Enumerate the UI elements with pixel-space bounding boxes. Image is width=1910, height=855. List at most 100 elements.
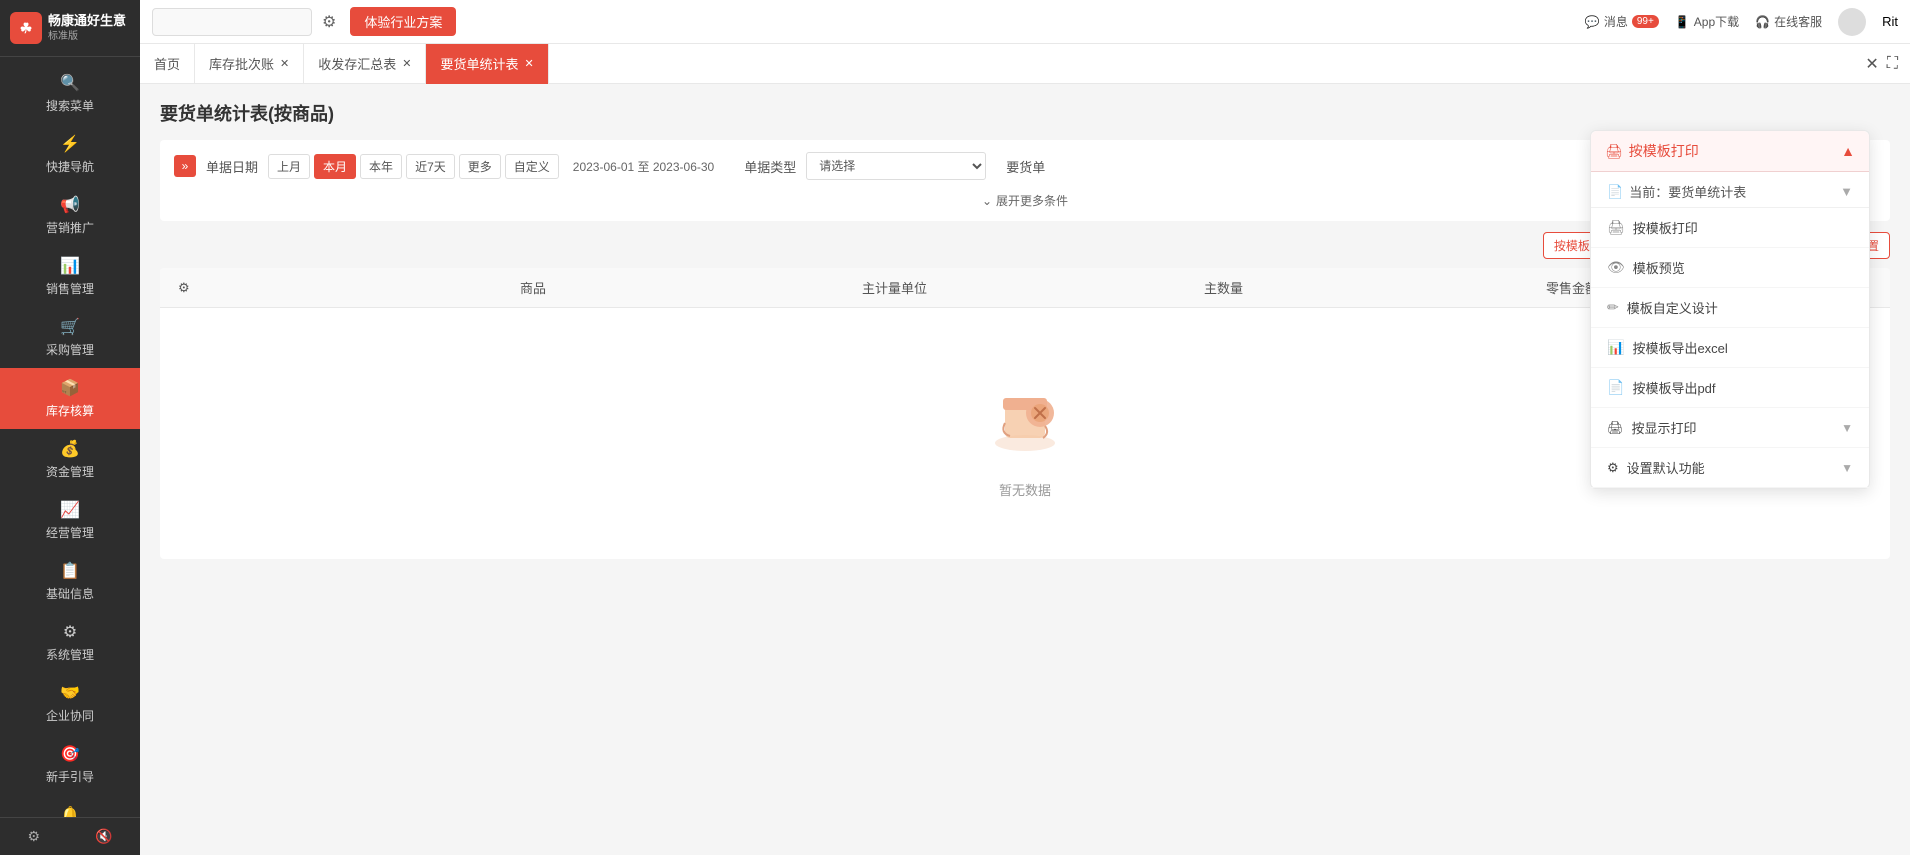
expand-icon: ⌄ (982, 194, 992, 208)
system-icon: ⚙ (63, 622, 77, 642)
sidebar-item-finance[interactable]: 💰 资金管理 (0, 429, 140, 490)
close-all-btn[interactable]: ✕ (1865, 54, 1878, 74)
print-dropdown-icon: 🖨 (1605, 143, 1623, 160)
date-range: 2023-06-01 至 2023-06-30 (573, 158, 714, 175)
display-print-label: 按显示打印 (1632, 418, 1697, 437)
purchase-icon: 🛒 (60, 317, 80, 337)
order-type-select[interactable]: 请选择 (806, 152, 986, 180)
sidebar-item-search[interactable]: 🔍 搜索菜单 (0, 63, 140, 124)
expand-btn[interactable]: ⛶ (1887, 55, 1898, 73)
sidebar-item-label: 资金管理 (46, 463, 94, 480)
sidebar-item-inventory[interactable]: 📦库存核算 (0, 368, 140, 429)
date-btn-本月[interactable]: 本月 (314, 154, 356, 179)
app-logo-text: 畅康通好生意 标准版 (48, 13, 126, 43)
app-logo-icon: ☘ (10, 12, 42, 44)
date-btn-更多[interactable]: 更多 (459, 154, 501, 179)
message-btn[interactable]: 💬 消息 99+ (1585, 13, 1659, 30)
search-input[interactable] (152, 8, 312, 36)
tab-label: 要货单统计表 (440, 54, 518, 73)
avatar[interactable] (1838, 8, 1866, 36)
sidebar-footer-settings[interactable]: ⚙ (28, 828, 41, 845)
date-btn-自定义[interactable]: 自定义 (505, 154, 559, 179)
tabs-right: ✕ ⛶ (1865, 54, 1910, 74)
default-fn-item[interactable]: ⚙ 设置默认功能 ▼ (1591, 448, 1869, 488)
template-design-icon: ✏ (1607, 299, 1619, 316)
template-excel-icon: 📊 (1607, 339, 1624, 356)
appstore-icon: 🔔 (60, 805, 80, 817)
tab-inventory-batch[interactable]: 库存批次账 ✕ (195, 44, 304, 84)
online-service-btn[interactable]: 🎧 在线客服 (1755, 13, 1822, 30)
expand-more-btn[interactable]: ⌄ 展开更多条件 (982, 192, 1068, 209)
sidebar-footer: ⚙🔇 (0, 817, 140, 855)
message-icon: 💬 (1585, 15, 1600, 29)
goods-label: 要货单 (1006, 157, 1045, 176)
gear-icon[interactable]: ⚙ (322, 12, 336, 32)
sidebar-item-shortcut[interactable]: ⚡ 快捷导航 (0, 124, 140, 185)
template-design-label: 模板自定义设计 (1627, 298, 1718, 317)
date-btn-近7天[interactable]: 近7天 (406, 154, 455, 179)
dropdown-item-template-excel[interactable]: 📊按模板导出excel (1591, 328, 1869, 368)
message-badge: 99+ (1632, 15, 1659, 28)
dropdown-item-template-preview[interactable]: 👁模板预览 (1591, 248, 1869, 288)
app-download-btn[interactable]: 📱 App下载 (1675, 13, 1739, 30)
sidebar-item-label: 销售管理 (46, 280, 94, 297)
dropdown-close-chevron[interactable]: ▲ (1841, 143, 1855, 159)
tabs-bar: 首页库存批次账 ✕ 收发存汇总表 ✕ 要货单统计表 ✕ ✕ ⛶ (140, 44, 1910, 84)
template-print-icon: 🖨 (1607, 219, 1625, 236)
sidebar-item-label: 企业协同 (46, 707, 94, 724)
sidebar-item-purchase[interactable]: 🛒采购管理 (0, 307, 140, 368)
tab-label: 收发存汇总表 (318, 54, 396, 73)
sidebar-item-operation[interactable]: 📈经营管理 (0, 490, 140, 551)
tab-close-receivable-summary[interactable]: ✕ (402, 57, 411, 70)
sidebar-item-label: 基础信息 (46, 585, 94, 602)
tab-label: 库存批次账 (209, 54, 274, 73)
industry-btn[interactable]: 体验行业方案 (350, 7, 456, 36)
app-name: 畅康通好生意 (48, 13, 126, 30)
sidebar-logo: ☘ 畅康通好生意 标准版 (0, 0, 140, 57)
app-download-label: App下载 (1694, 13, 1739, 30)
date-btn-本年[interactable]: 本年 (360, 154, 402, 179)
sidebar-item-label: 快捷导航 (46, 158, 94, 175)
topbar: ⚙ 体验行业方案 💬 消息 99+ 📱 App下载 🎧 在线客服 Rit (140, 0, 1910, 44)
th-settings: ⚙ (170, 280, 512, 296)
current-label-group: 📄 当前：要货单统计表 (1607, 182, 1746, 201)
filter-expand-icon[interactable]: » (174, 155, 196, 177)
sidebar-item-basic[interactable]: 📋 基础信息 (0, 551, 140, 612)
user-name: Rit (1882, 14, 1898, 29)
display-print-item[interactable]: 🖨 按显示打印 ▼ (1591, 408, 1869, 448)
empty-label: 暂无数据 (999, 480, 1051, 499)
default-fn-icon: ⚙ (1607, 460, 1619, 476)
shortcut-icon: ⚡ (60, 134, 80, 154)
sidebar-item-label: 搜索菜单 (46, 97, 94, 114)
template-preview-icon: 👁 (1607, 259, 1625, 276)
date-btn-上月[interactable]: 上月 (268, 154, 310, 179)
sidebar-item-collab[interactable]: 🤝企业协同 (0, 673, 140, 734)
sidebar: ☘ 畅康通好生意 标准版 🔍 搜索菜单 ⚡ 快捷导航 📢营销推广📊销售管理🛒采购管理📦库… (0, 0, 140, 855)
display-print-icon: 🖨 (1607, 420, 1624, 436)
current-label: 当前：要货单统计表 (1629, 182, 1746, 201)
app-download-icon: 📱 (1675, 15, 1690, 29)
search-icon: 🔍 (60, 73, 80, 93)
sidebar-item-label: 营销推广 (46, 219, 94, 236)
sidebar-item-appstore[interactable]: 🔔应用中心 (0, 795, 140, 817)
basic-icon: 📋 (60, 561, 80, 581)
tab-close-order-stats[interactable]: ✕ (525, 57, 534, 70)
tab-order-stats[interactable]: 要货单统计表 ✕ (426, 44, 548, 84)
sidebar-item-guide[interactable]: 🎯新手引导 (0, 734, 140, 795)
guide-icon: 🎯 (60, 744, 80, 764)
tab-receivable-summary[interactable]: 收发存汇总表 ✕ (304, 44, 426, 84)
finance-icon: 💰 (60, 439, 80, 459)
display-print-chevron: ▼ (1841, 421, 1853, 435)
sidebar-footer-volume[interactable]: 🔇 (95, 828, 112, 845)
tab-close-inventory-batch[interactable]: ✕ (280, 57, 289, 70)
online-service-label: 在线客服 (1774, 13, 1822, 30)
dropdown-title: 🖨 按模板打印 (1605, 141, 1699, 161)
dropdown-item-template-pdf[interactable]: 📄按模板导出pdf (1591, 368, 1869, 408)
sidebar-item-marketing[interactable]: 📢营销推广 (0, 185, 140, 246)
sidebar-item-sales[interactable]: 📊销售管理 (0, 246, 140, 307)
dropdown-item-template-print[interactable]: 🖨按模板打印 (1591, 208, 1869, 248)
dropdown-item-template-design[interactable]: ✏ 模板自定义设计 (1591, 288, 1869, 328)
dropdown-title-label: 按模板打印 (1629, 141, 1699, 161)
tab-home[interactable]: 首页 (140, 44, 195, 84)
sidebar-item-system[interactable]: ⚙系统管理 (0, 612, 140, 673)
